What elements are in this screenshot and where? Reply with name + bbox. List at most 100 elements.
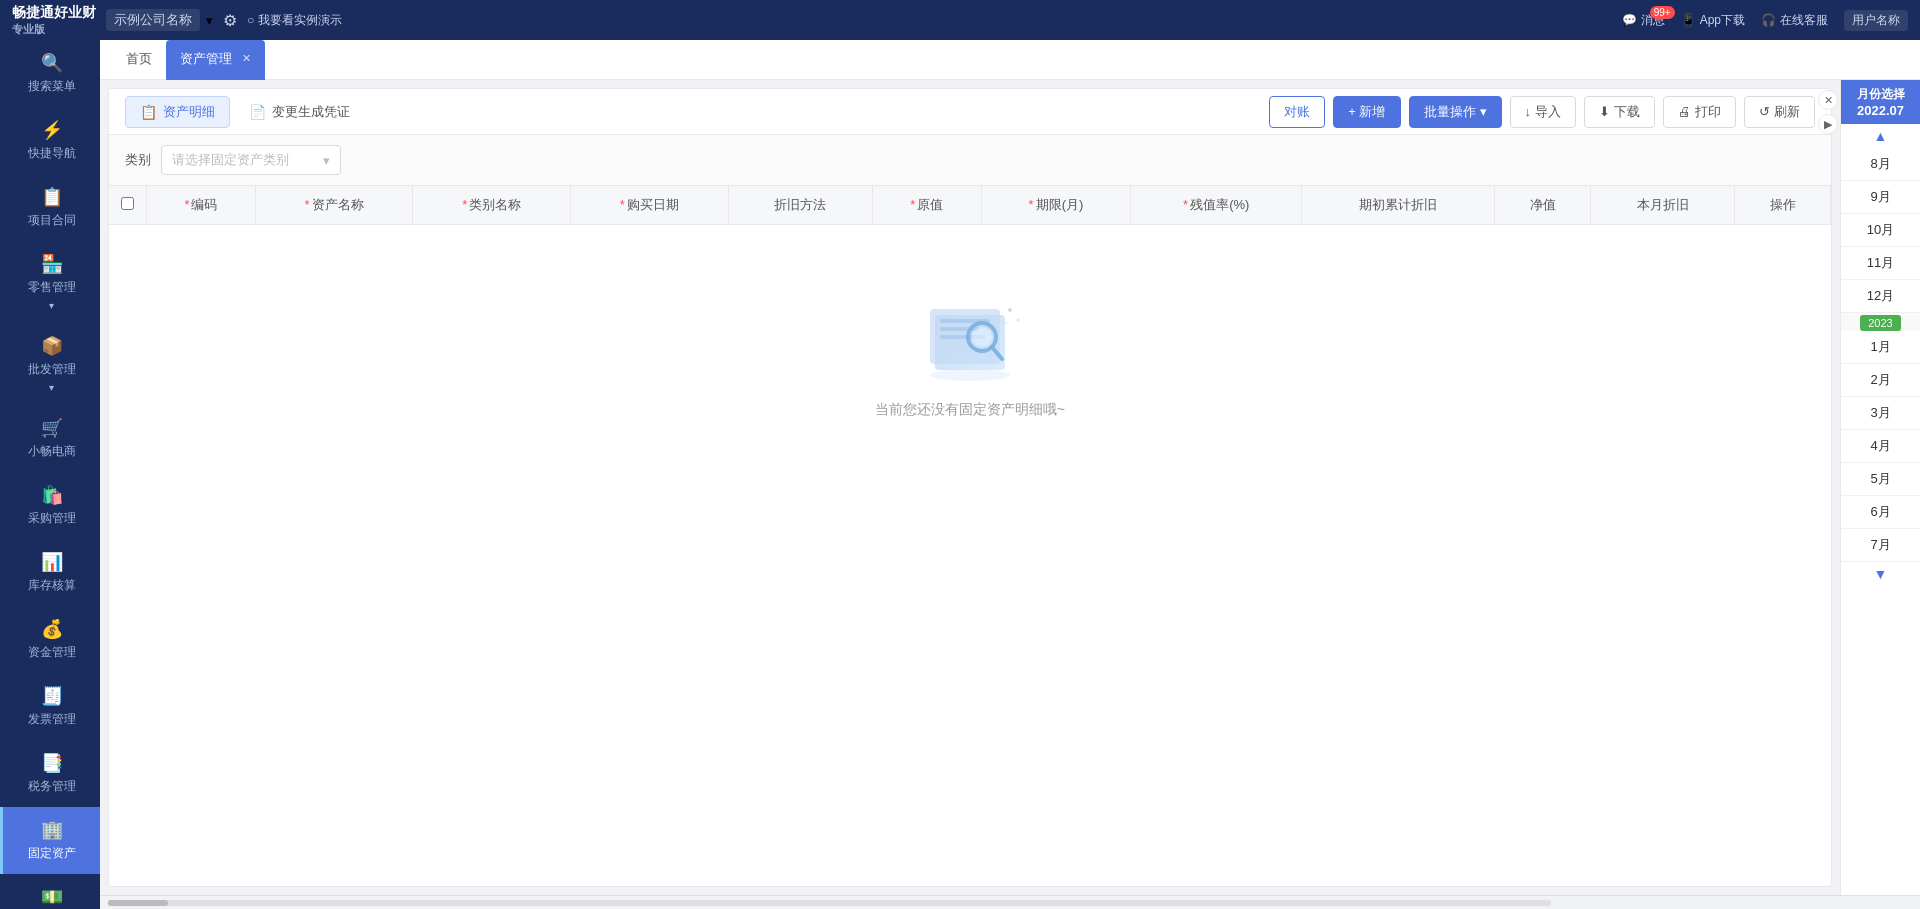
tab-home[interactable]: 首页 — [112, 40, 166, 80]
sidebar-item-fund[interactable]: 💰 资金管理 — [0, 606, 100, 673]
sidebar-item-label: 项目合同 — [28, 212, 76, 229]
refresh-icon: ↺ — [1759, 104, 1770, 119]
tab-asset-management[interactable]: 资产管理 ✕ — [166, 40, 265, 80]
app-logo: 畅捷通好业财 专业版 — [12, 4, 96, 37]
month-item-8[interactable]: 8月 — [1841, 148, 1920, 181]
year-2023-label: 2023 — [1841, 313, 1920, 331]
batch-operations-button[interactable]: 批量操作 ▾ — [1409, 96, 1502, 128]
main-layout: 🔍 搜索菜单 ⚡ 快捷导航 📋 项目合同 🏪 零售管理 ▾ 📦 批发管理 ▾ 🛒… — [0, 40, 1920, 909]
sidebar-item-quick-nav[interactable]: ⚡ 快捷导航 — [0, 107, 100, 174]
sub-tab-asset-detail[interactable]: 📋 资产明细 — [125, 96, 230, 128]
month-nav-up[interactable]: ▲ — [1841, 124, 1920, 148]
demo-icon: ○ — [247, 13, 254, 27]
month-item-10[interactable]: 10月 — [1841, 214, 1920, 247]
purchase-icon: 🛍️ — [41, 484, 63, 506]
user-info[interactable]: 用户名称 — [1844, 10, 1908, 31]
month-panel-header: 月份选择 2022.07 — [1841, 80, 1920, 124]
print-label: 打印 — [1695, 103, 1721, 121]
svg-point-11 — [1005, 322, 1007, 324]
month-item-2023-1[interactable]: 1月 — [1841, 331, 1920, 364]
col-accumulated-depreciation: 期初累计折旧 — [1302, 186, 1495, 225]
refresh-button[interactable]: ↺ 刷新 — [1744, 96, 1815, 128]
col-original-value: *原值 — [872, 186, 981, 225]
sidebar-item-invoice[interactable]: 🧾 发票管理 — [0, 673, 100, 740]
contract-icon: 📋 — [41, 186, 63, 208]
sidebar-item-search-menu[interactable]: 🔍 搜索菜单 — [0, 40, 100, 107]
sidebar-item-tax[interactable]: 📑 税务管理 — [0, 740, 100, 807]
month-panel-expand-btn[interactable]: ▶ — [1818, 114, 1838, 134]
batch-icon: 📦 — [41, 335, 63, 357]
month-item-12[interactable]: 12月 — [1841, 280, 1920, 313]
tab-bar: 首页 资产管理 ✕ — [100, 40, 1920, 80]
sidebar-item-ecommerce[interactable]: 🛒 小畅电商 — [0, 405, 100, 472]
add-button[interactable]: + 新增 — [1333, 96, 1400, 128]
col-period-months: *期限(月) — [981, 186, 1130, 225]
horizontal-scrollbar[interactable] — [108, 900, 1551, 906]
add-label: + 新增 — [1348, 103, 1385, 121]
import-icon: ↓ — [1525, 104, 1532, 119]
sub-tab-bar: 📋 资产明细 📄 变更生成凭证 对账 + 新增 — [109, 89, 1831, 135]
sidebar-item-project-contract[interactable]: 📋 项目合同 — [0, 174, 100, 241]
print-button[interactable]: 🖨 打印 — [1663, 96, 1736, 128]
company-name[interactable]: 示例公司名称 — [106, 9, 200, 31]
empty-text: 当前您还没有固定资产明细哦~ — [875, 401, 1065, 419]
chevron-down-icon: ▾ — [1480, 104, 1487, 119]
sidebar-item-inventory[interactable]: 📊 库存核算 — [0, 539, 100, 606]
sidebar-item-batch[interactable]: 📦 批发管理 ▾ — [0, 323, 100, 405]
retail-icon: 🏪 — [41, 253, 63, 275]
sidebar-item-label: 采购管理 — [28, 510, 76, 527]
sidebar-item-fixed-assets[interactable]: 🏢 固定资产 — [0, 807, 100, 874]
expand-icon: ▾ — [49, 300, 54, 311]
refresh-label: 刷新 — [1774, 103, 1800, 121]
sub-tab-asset-detail-label: 资产明细 — [163, 103, 215, 121]
category-select[interactable]: 请选择固定资产类别 ▾ — [161, 145, 341, 175]
month-nav-down[interactable]: ▼ — [1841, 562, 1920, 586]
svg-point-9 — [1008, 308, 1012, 312]
month-item-2023-4[interactable]: 4月 — [1841, 430, 1920, 463]
month-item-11[interactable]: 11月 — [1841, 247, 1920, 280]
select-all-checkbox[interactable] — [121, 197, 134, 210]
month-item-2023-7[interactable]: 7月 — [1841, 529, 1920, 562]
col-current-depreciation: 本月折旧 — [1590, 186, 1734, 225]
scrollbar-thumb[interactable] — [108, 900, 168, 906]
bottom-scrollbar — [100, 895, 1920, 909]
month-item-2023-6[interactable]: 6月 — [1841, 496, 1920, 529]
col-asset-name: *资产名称 — [255, 186, 413, 225]
sidebar-item-label: 固定资产 — [28, 845, 76, 862]
message-icon: 💬 — [1622, 13, 1637, 27]
sidebar-item-retail[interactable]: 🏪 零售管理 ▾ — [0, 241, 100, 323]
online-service-button[interactable]: 🎧 在线客服 — [1761, 12, 1828, 29]
asset-detail-icon: 📋 — [140, 104, 157, 120]
sidebar-item-salary[interactable]: 💵 工资 — [0, 874, 100, 909]
reconcile-button[interactable]: 对账 — [1269, 96, 1325, 128]
fixed-assets-icon: 🏢 — [41, 819, 63, 841]
sidebar-item-purchase[interactable]: 🛍️ 采购管理 — [0, 472, 100, 539]
sub-tab-change-voucher[interactable]: 📄 变更生成凭证 — [234, 96, 365, 128]
sub-tab-change-voucher-label: 变更生成凭证 — [272, 103, 350, 121]
sidebar-item-label: 税务管理 — [28, 778, 76, 795]
tab-home-label: 首页 — [126, 50, 152, 68]
sidebar-item-label: 库存核算 — [28, 577, 76, 594]
sidebar-item-label: 小畅电商 — [28, 443, 76, 460]
col-residual-rate: *残值率(%) — [1131, 186, 1302, 225]
filter-bar: 类别 请选择固定资产类别 ▾ — [109, 135, 1831, 186]
month-item-9[interactable]: 9月 — [1841, 181, 1920, 214]
month-item-2023-5[interactable]: 5月 — [1841, 463, 1920, 496]
svg-point-7 — [972, 327, 992, 347]
svg-point-10 — [1016, 319, 1019, 322]
empty-state: 当前您还没有固定资产明细哦~ — [109, 225, 1831, 479]
app-download-button[interactable]: 📱 App下载 — [1681, 12, 1745, 29]
message-button[interactable]: 💬 消息 99+ — [1622, 12, 1665, 29]
demo-link[interactable]: ○ 我要看实例演示 — [247, 12, 342, 29]
download-button[interactable]: ⬇ 下载 — [1584, 96, 1655, 128]
import-button[interactable]: ↓ 导入 — [1510, 96, 1577, 128]
tab-close-icon[interactable]: ✕ — [242, 52, 251, 65]
company-selector[interactable]: 示例公司名称 ▾ — [106, 9, 213, 31]
month-item-2023-3[interactable]: 3月 — [1841, 397, 1920, 430]
category-placeholder: 请选择固定资产类别 — [172, 151, 289, 169]
table-container: *编码 *资产名称 *类别名称 *购买日期 折旧方法 *原值 *期限(月) *残… — [109, 186, 1831, 886]
mobile-icon: 📱 — [1681, 13, 1696, 27]
settings-icon[interactable]: ⚙ — [223, 11, 237, 30]
month-panel-close-btn[interactable]: ✕ — [1818, 90, 1838, 110]
month-item-2023-2[interactable]: 2月 — [1841, 364, 1920, 397]
